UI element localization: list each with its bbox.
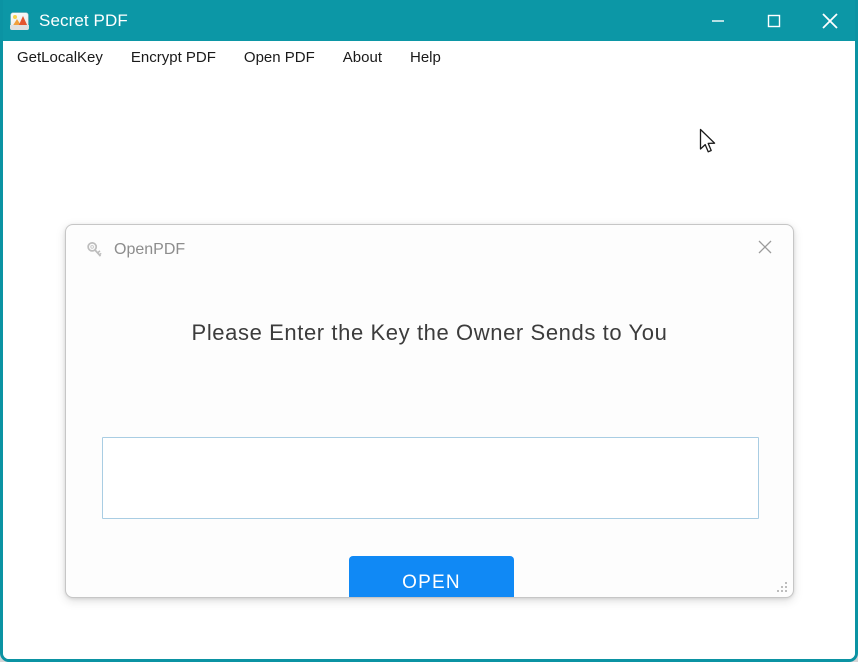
- window-title: Secret PDF: [39, 10, 128, 30]
- menubar: GetLocalKey Encrypt PDF Open PDF About H…: [3, 41, 855, 74]
- desktop-background: Secret PDF GetLocalKey Encrypt PDF Open …: [0, 0, 858, 662]
- open-button[interactable]: OPEN: [349, 556, 514, 597]
- openpdf-dialog: OpenPDF Please Enter the Key the Owner S…: [65, 224, 794, 598]
- picture-document-icon: [10, 11, 30, 31]
- window-controls: [690, 0, 855, 41]
- close-icon: [817, 8, 843, 34]
- dialog-heading: Please Enter the Key the Owner Sends to …: [191, 320, 668, 345]
- minimize-icon: [707, 10, 729, 32]
- dialog-body: Please Enter the Key the Owner Sends to …: [66, 275, 793, 597]
- dialog-titlebar: OpenPDF: [66, 225, 793, 275]
- menu-item-about[interactable]: About: [343, 50, 382, 65]
- dialog-close-button[interactable]: [745, 231, 785, 267]
- menu-item-help[interactable]: Help: [410, 50, 441, 65]
- minimize-button[interactable]: [690, 0, 746, 41]
- main-application-window: Secret PDF GetLocalKey Encrypt PDF Open …: [0, 0, 858, 662]
- key-input[interactable]: [102, 437, 759, 519]
- close-button[interactable]: [802, 0, 855, 41]
- resize-grip-icon[interactable]: [776, 581, 789, 594]
- menu-item-encrypt-pdf[interactable]: Encrypt PDF: [131, 50, 216, 65]
- dialog-title: OpenPDF: [114, 241, 186, 258]
- maximize-icon: [763, 10, 785, 32]
- window-titlebar: Secret PDF: [3, 0, 855, 41]
- key-icon: [84, 239, 106, 261]
- close-icon: [755, 237, 775, 262]
- main-client-area: OpenPDF Please Enter the Key the Owner S…: [3, 74, 855, 659]
- maximize-button[interactable]: [746, 0, 802, 41]
- menu-item-getlocalkey[interactable]: GetLocalKey: [17, 50, 103, 65]
- menu-item-open-pdf[interactable]: Open PDF: [244, 50, 315, 65]
